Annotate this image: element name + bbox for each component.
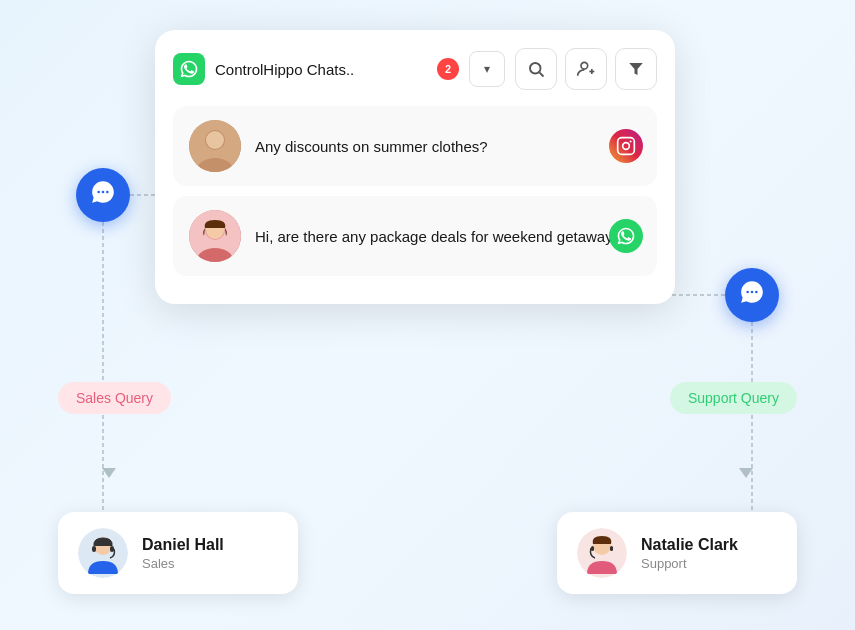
agent-avatar-daniel	[78, 528, 128, 578]
agent-role-daniel: Sales	[142, 556, 224, 571]
svg-point-10	[751, 291, 754, 294]
left-chat-icon-button[interactable]	[76, 168, 130, 222]
chat-icon-right	[739, 279, 765, 311]
unread-badge: 2	[437, 58, 459, 80]
svg-point-14	[581, 62, 588, 69]
right-chat-icon-button[interactable]	[725, 268, 779, 322]
agent-info-natalie: Natalie Clark Support	[641, 536, 738, 571]
header-actions	[515, 48, 657, 90]
svg-point-11	[755, 291, 758, 294]
chevron-down-button[interactable]: ▾	[469, 51, 505, 87]
chat-message-2: Hi, are there any package deals for week…	[173, 196, 657, 276]
svg-line-13	[539, 72, 543, 76]
agent-name-daniel: Daniel Hall	[142, 536, 224, 554]
support-label-text: Support Query	[688, 390, 779, 406]
agent-name-natalie: Natalie Clark	[641, 536, 738, 554]
chat-icon-left	[90, 179, 116, 211]
svg-point-6	[97, 191, 100, 194]
svg-point-20	[206, 131, 224, 149]
whatsapp-platform-icon	[173, 53, 205, 85]
avatar-user1	[189, 120, 241, 172]
agent-card-natalie: Natalie Clark Support	[557, 512, 797, 594]
svg-point-8	[106, 191, 109, 194]
svg-point-12	[530, 63, 541, 74]
svg-point-23	[630, 140, 632, 142]
arrow-right	[739, 468, 753, 478]
arrow-left	[102, 468, 116, 478]
svg-rect-35	[610, 546, 613, 551]
avatar-user2	[189, 210, 241, 262]
svg-point-9	[746, 291, 749, 294]
agent-info-daniel: Daniel Hall Sales	[142, 536, 224, 571]
instagram-icon	[609, 129, 643, 163]
message-text-2: Hi, are there any package deals for week…	[255, 226, 641, 247]
agent-card-daniel: Daniel Hall Sales	[58, 512, 298, 594]
sales-query-label: Sales Query	[58, 382, 171, 414]
chevron-down-icon: ▾	[484, 62, 490, 76]
agent-avatar-natalie	[577, 528, 627, 578]
scene: ControlHippo Chats.. 2 ▾	[0, 0, 855, 630]
sales-label-text: Sales Query	[76, 390, 153, 406]
chat-header: ControlHippo Chats.. 2 ▾	[173, 48, 657, 90]
svg-rect-30	[92, 546, 96, 552]
svg-rect-21	[618, 138, 635, 155]
svg-point-7	[102, 191, 105, 194]
whatsapp-icon	[609, 219, 643, 253]
svg-rect-31	[110, 546, 114, 552]
support-query-label: Support Query	[670, 382, 797, 414]
search-button[interactable]	[515, 48, 557, 90]
message-text-1: Any discounts on summer clothes?	[255, 136, 641, 157]
filter-button[interactable]	[615, 48, 657, 90]
channel-name: ControlHippo Chats..	[215, 61, 427, 78]
add-contact-button[interactable]	[565, 48, 607, 90]
chat-message-1: Any discounts on summer clothes?	[173, 106, 657, 186]
svg-point-22	[623, 143, 630, 150]
agent-role-natalie: Support	[641, 556, 738, 571]
chat-panel: ControlHippo Chats.. 2 ▾	[155, 30, 675, 304]
